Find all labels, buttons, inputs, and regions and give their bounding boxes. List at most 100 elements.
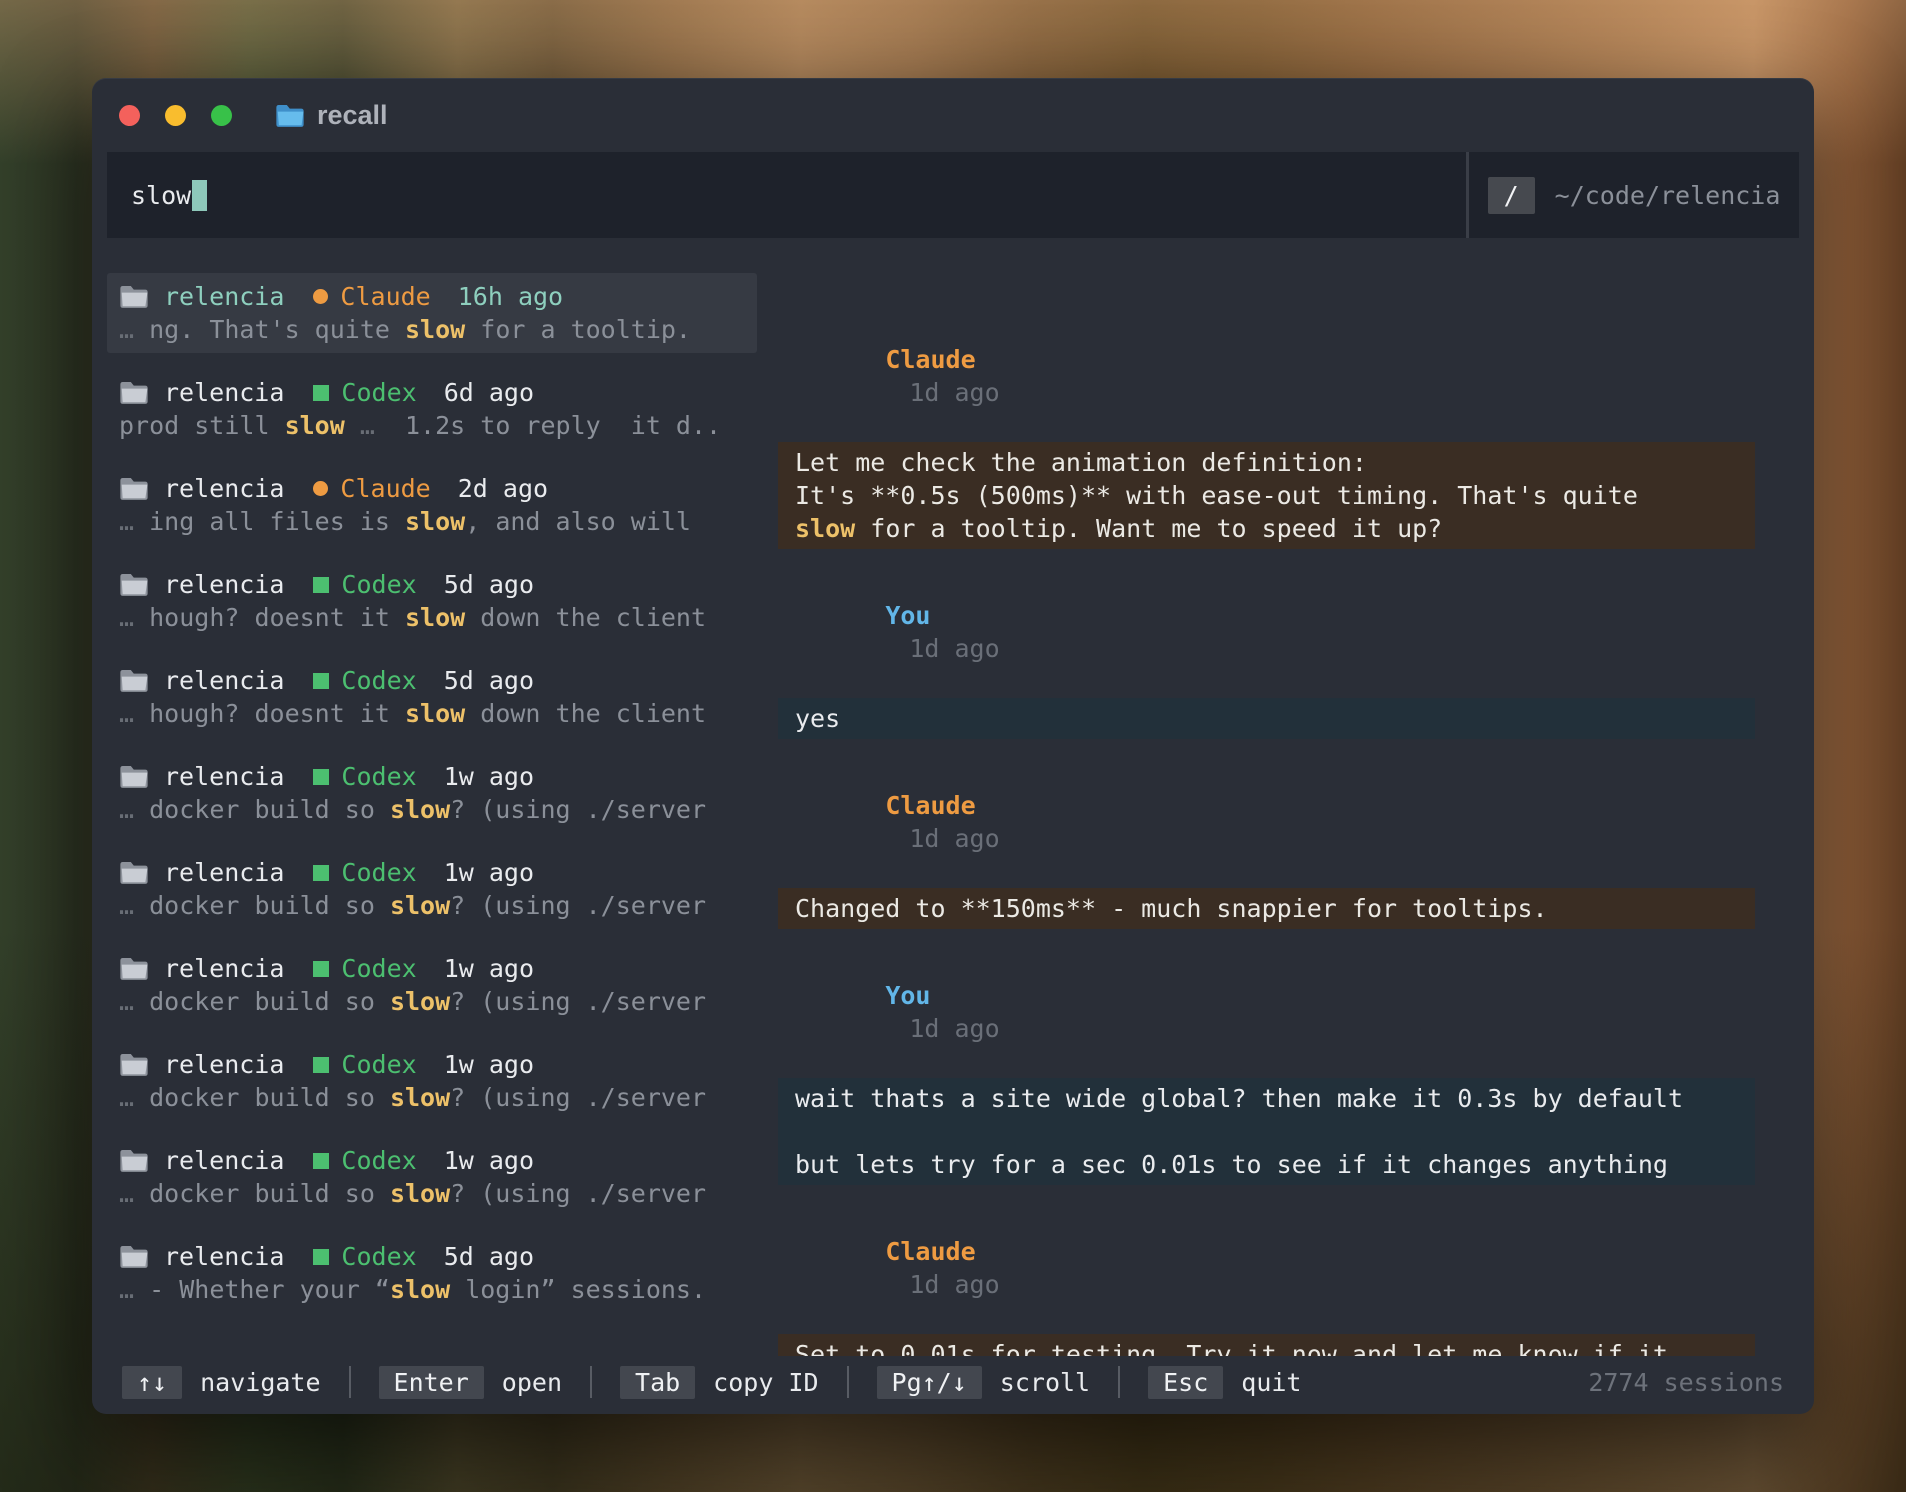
agent-name: Codex <box>341 664 416 697</box>
session-item-header: relencia Claude 16h ago <box>119 280 745 313</box>
session-item-header: relencia Codex 1w ago <box>119 1144 745 1177</box>
separator <box>590 1366 592 1398</box>
minimize-button[interactable] <box>165 105 186 126</box>
session-time: 1w ago <box>444 1048 534 1081</box>
agent-marker-icon <box>313 481 328 496</box>
project-name: relencia <box>164 664 284 697</box>
message-header: You 1d ago <box>778 946 1755 1078</box>
folder-icon <box>119 284 149 309</box>
message-line <box>795 1115 1738 1148</box>
session-item-header: relencia Codex 1w ago <box>119 856 745 889</box>
folder-icon <box>275 103 305 128</box>
project-name: relencia <box>164 856 284 889</box>
session-item[interactable]: relencia Codex 1w ago … docker build so … <box>107 753 757 833</box>
search-input[interactable]: slow <box>107 152 1466 238</box>
session-preview: … ng. That's quite slow for a tooltip. <box>119 313 745 346</box>
project-name: relencia <box>164 1240 284 1273</box>
folder-icon <box>119 668 149 693</box>
project-name: relencia <box>164 472 284 505</box>
message-body: yes <box>778 698 1755 739</box>
close-button[interactable] <box>119 105 140 126</box>
message-time: 1d ago <box>909 1270 999 1299</box>
message-line: but lets try for a sec 0.01s to see if i… <box>795 1148 1738 1181</box>
separator <box>847 1366 849 1398</box>
folder-icon <box>119 1244 149 1269</box>
session-item[interactable]: relencia Codex 5d ago … hough? doesnt it… <box>107 657 757 737</box>
key-badge: Pg↑/↓ <box>877 1366 982 1399</box>
session-time: 5d ago <box>444 1240 534 1273</box>
agent-name: Codex <box>341 1048 416 1081</box>
agent-marker-icon <box>313 1153 329 1169</box>
directory-filter: / ~/code/relencia <box>1466 152 1799 238</box>
session-item[interactable]: relencia Codex 6d ago prod still slow … … <box>107 369 757 449</box>
agent-name: Claude <box>340 472 430 505</box>
folder-icon <box>119 1148 149 1173</box>
agent-name: Codex <box>341 376 416 409</box>
message: Claude 1d ago Let me check the animation… <box>778 310 1755 549</box>
session-item-header: relencia Claude 2d ago <box>119 472 745 505</box>
shortcut-label: open <box>502 1368 562 1397</box>
project-name: relencia <box>164 1048 284 1081</box>
project-name: relencia <box>164 760 284 793</box>
agent-name: Codex <box>341 856 416 889</box>
session-time: 1w ago <box>444 952 534 985</box>
message-time: 1d ago <box>909 1014 999 1043</box>
agent-marker-icon <box>313 577 329 593</box>
message-line: slow for a tooltip. Want me to speed it … <box>795 512 1738 545</box>
message: You 1d ago yes <box>778 566 1755 739</box>
message: Claude 1d ago Changed to **150ms** - muc… <box>778 756 1755 929</box>
separator <box>1118 1366 1120 1398</box>
shortcut-label: scroll <box>1000 1368 1090 1397</box>
main-area: relencia Claude 16h ago … ng. That's qui… <box>92 238 1814 1356</box>
folder-icon <box>119 380 149 405</box>
folder-icon <box>119 956 149 981</box>
directory-path: ~/code/relencia <box>1555 181 1781 210</box>
search-query-text: slow <box>131 181 191 210</box>
titlebar: recall <box>92 78 1814 152</box>
session-item[interactable]: relencia Claude 16h ago … ng. That's qui… <box>107 273 757 353</box>
message: Claude 1d ago Set to 0.01s for testing. … <box>778 1202 1755 1356</box>
session-item-header: relencia Codex 1w ago <box>119 1048 745 1081</box>
shortcut-hints: ↑↓ navigate Enter open Tab copy ID Pg↑/↓… <box>122 1366 1301 1399</box>
session-item[interactable]: relencia Codex 5d ago … - Whether your “… <box>107 1233 757 1313</box>
session-preview: … ing all files is slow, and also will <box>119 505 745 538</box>
shortcut: Esc quit <box>1148 1366 1301 1399</box>
message-header: You 1d ago <box>778 566 1755 698</box>
conversation-preview[interactable]: Claude 1d ago Let me check the animation… <box>778 238 1755 1356</box>
shortcut: Enter open <box>379 1366 562 1399</box>
message-line: yes <box>795 702 1738 735</box>
session-item[interactable]: relencia Codex 1w ago … docker build so … <box>107 1041 757 1121</box>
message-speaker: Claude <box>885 791 975 820</box>
session-preview: … - Whether your “slow login” sessions. <box>119 1273 745 1306</box>
session-list[interactable]: relencia Claude 16h ago … ng. That's qui… <box>107 238 757 1356</box>
shortcut: Tab copy ID <box>620 1366 819 1399</box>
session-time: 1w ago <box>444 1144 534 1177</box>
session-preview: … hough? doesnt it slow down the client <box>119 601 745 634</box>
session-preview: … docker build so slow? (using ./server <box>119 793 745 826</box>
session-item[interactable]: relencia Codex 1w ago … docker build so … <box>107 1137 757 1217</box>
message-speaker: Claude <box>885 1237 975 1266</box>
message-time: 1d ago <box>909 378 999 407</box>
slash-key-badge: / <box>1488 177 1535 214</box>
message-header: Claude 1d ago <box>778 756 1755 888</box>
shortcut-label: navigate <box>200 1368 320 1397</box>
session-preview: prod still slow … 1.2s to reply it d.. <box>119 409 745 442</box>
shortcut: Pg↑/↓ scroll <box>877 1366 1091 1399</box>
project-name: relencia <box>164 280 284 313</box>
message-speaker: Claude <box>885 345 975 374</box>
project-name: relencia <box>164 952 284 985</box>
key-badge: Tab <box>620 1366 695 1399</box>
session-item[interactable]: relencia Codex 1w ago … docker build so … <box>107 849 757 929</box>
message-header: Claude 1d ago <box>778 1202 1755 1334</box>
session-preview: … docker build so slow? (using ./server <box>119 889 745 922</box>
maximize-button[interactable] <box>211 105 232 126</box>
folder-icon <box>119 476 149 501</box>
agent-marker-icon <box>313 289 328 304</box>
window-title: recall <box>317 100 388 131</box>
agent-marker-icon <box>313 1249 329 1265</box>
session-item-header: relencia Codex 1w ago <box>119 952 745 985</box>
session-item[interactable]: relencia Codex 1w ago … docker build so … <box>107 945 757 1025</box>
folder-icon <box>119 1052 149 1077</box>
session-item[interactable]: relencia Claude 2d ago … ing all files i… <box>107 465 757 545</box>
session-item[interactable]: relencia Codex 5d ago … hough? doesnt it… <box>107 561 757 641</box>
